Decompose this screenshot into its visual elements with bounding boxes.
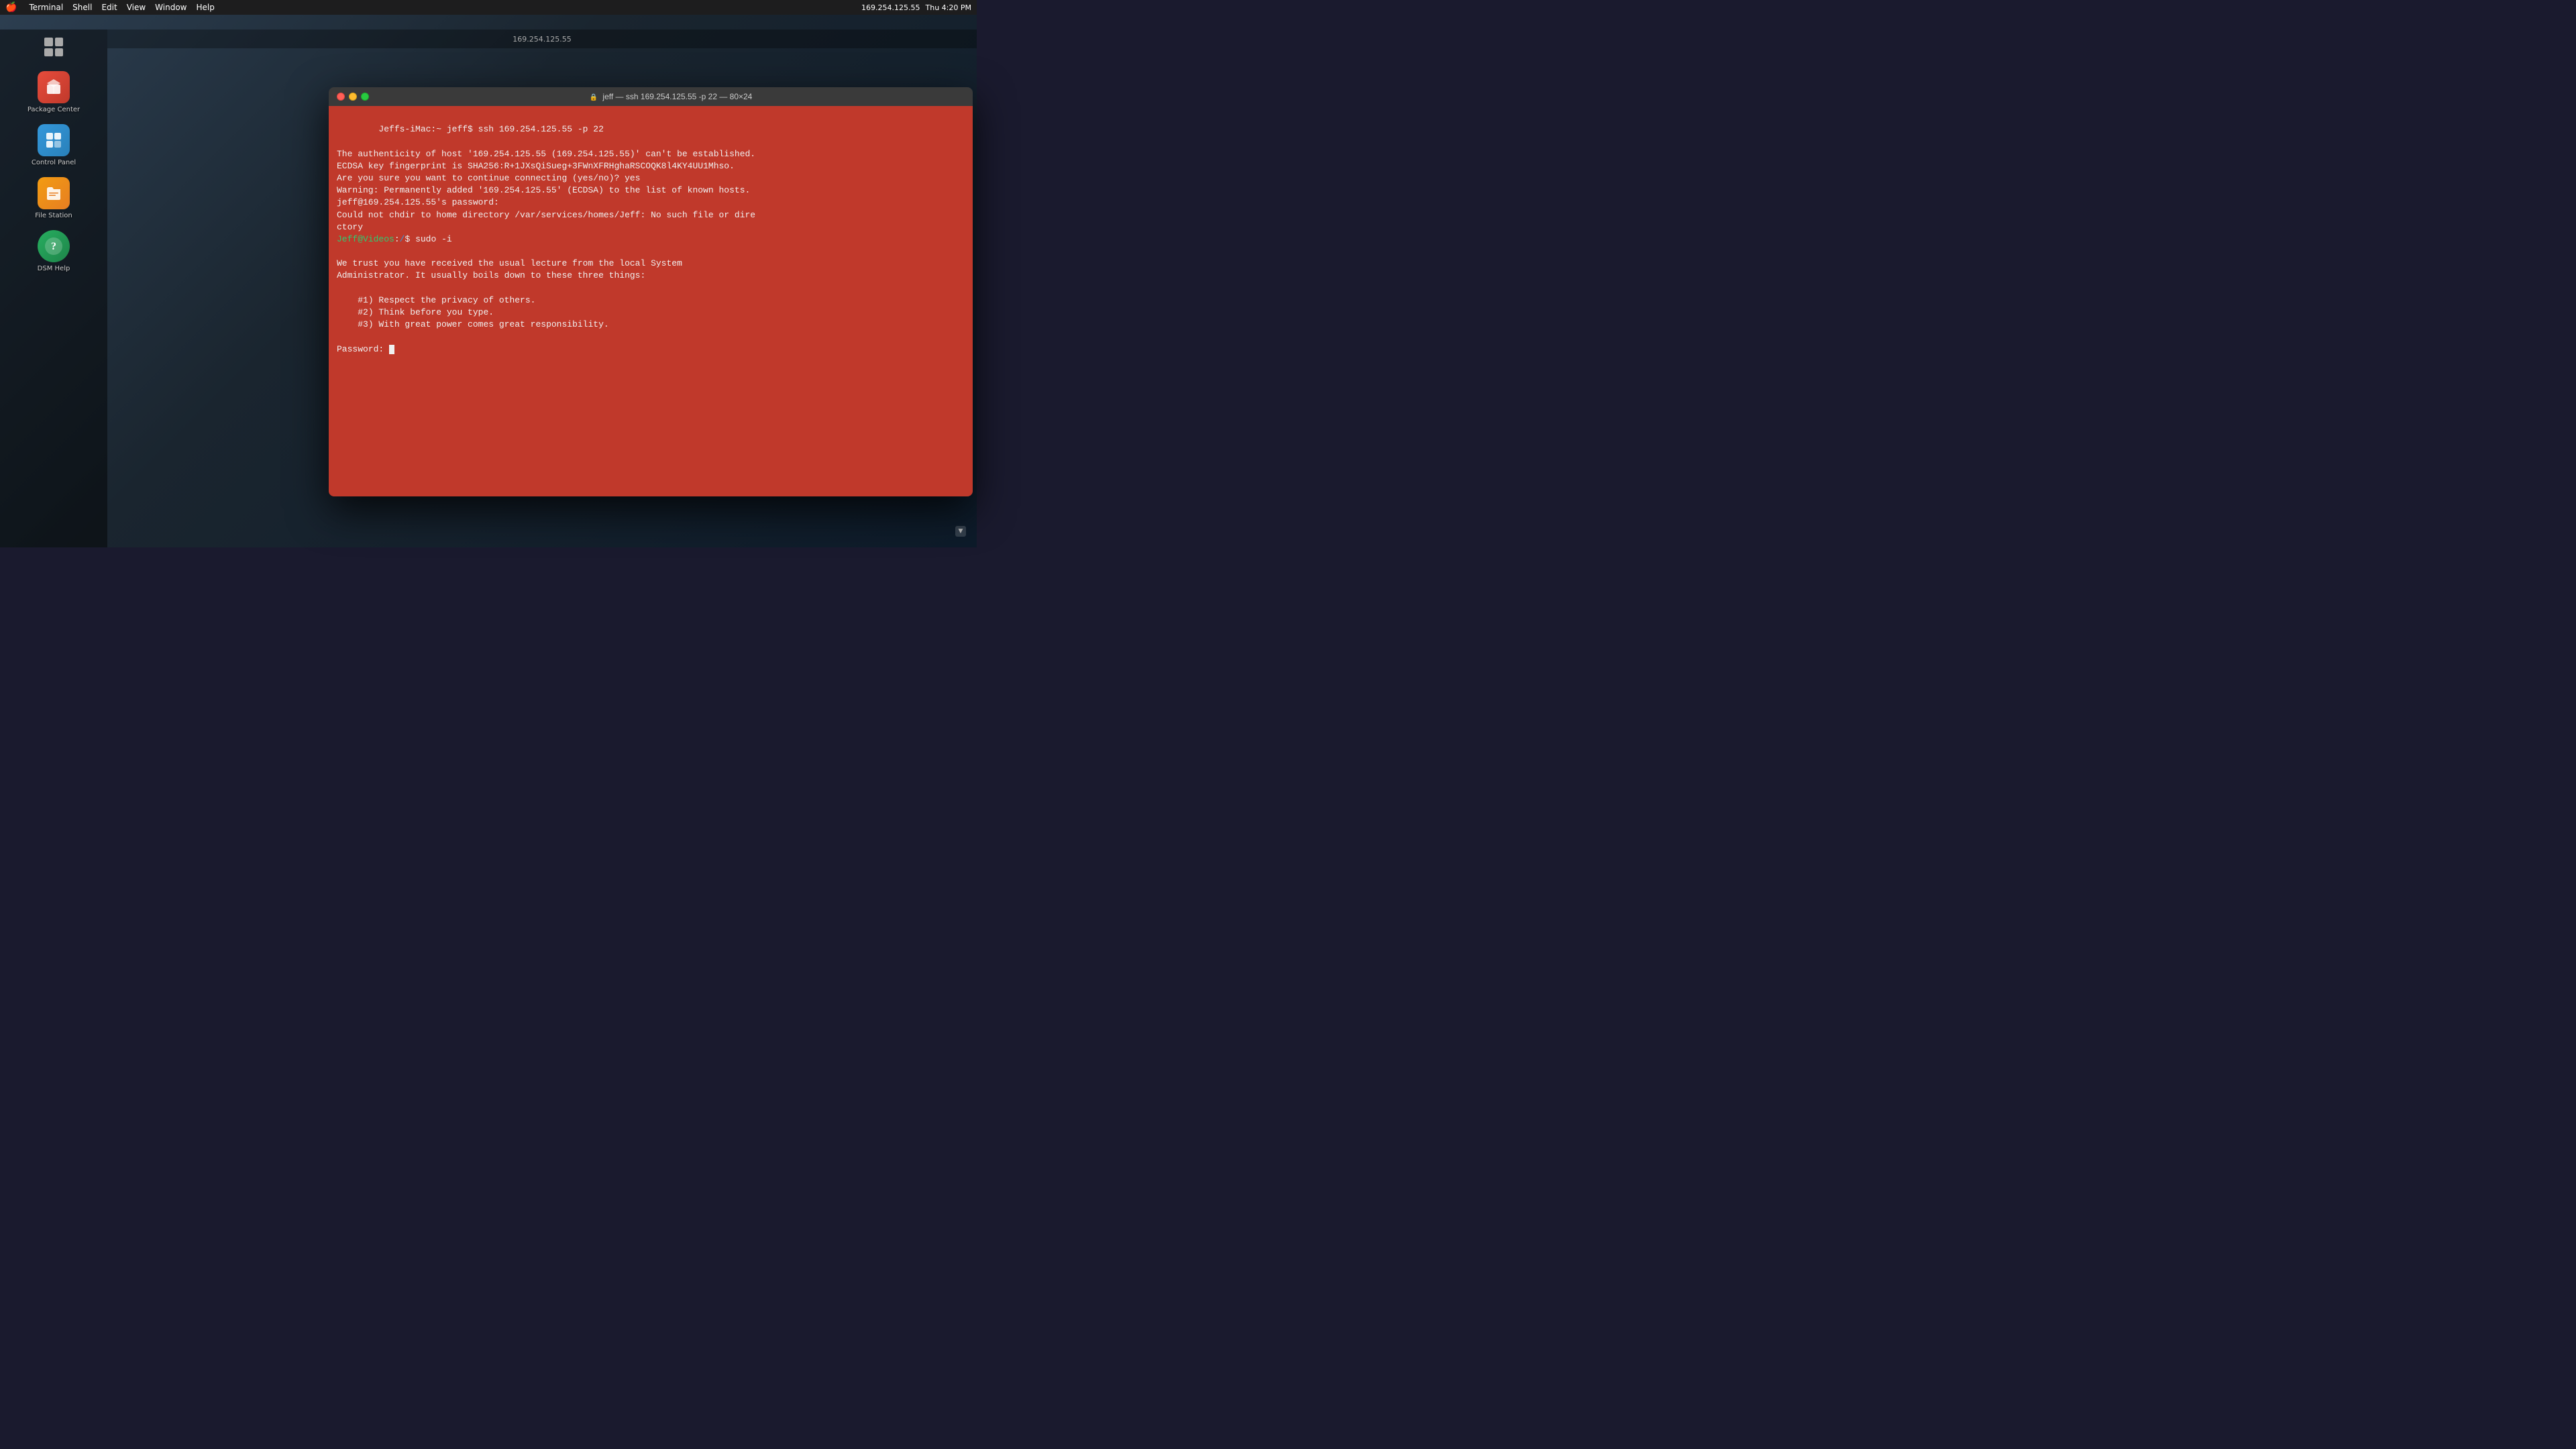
term-line-8: ctory [337, 221, 965, 233]
dsm-help-icon: ? [38, 230, 70, 262]
file-station-label: File Station [35, 212, 72, 219]
traffic-lights [337, 93, 369, 101]
sidebar-item-control-panel[interactable]: Control Panel [13, 120, 94, 170]
prompt-colon: : [394, 234, 400, 244]
sidebar-item-file-station[interactable]: File Station [13, 173, 94, 223]
address-text: 169.254.125.55 [513, 35, 571, 44]
scroll-button[interactable]: ▼ [955, 526, 966, 537]
sidebar-item-dsm-help[interactable]: ? DSM Help [13, 226, 94, 276]
menu-window[interactable]: Window [155, 3, 186, 12]
term-line-11: Administrator. It usually boils down to … [337, 270, 965, 282]
term-line-blank1 [337, 246, 965, 258]
terminal-title-text: jeff — ssh 169.254.125.55 -p 22 — 80×24 [602, 92, 752, 101]
prompt-dollar: $ [405, 234, 415, 244]
close-button[interactable] [337, 93, 345, 101]
menubar-left: 🍎 Terminal Shell Edit View Window Help [5, 2, 215, 13]
term-line-13: #2) Think before you type. [337, 307, 965, 319]
term-line-6: jeff@169.254.125.55's password: [337, 197, 965, 209]
apple-menu[interactable]: 🍎 [5, 2, 17, 13]
sidebar: Package Center Control Panel [0, 30, 107, 547]
term-line-10: We trust you have received the usual lec… [337, 258, 965, 270]
terminal-title: 🔒 jeff — ssh 169.254.125.55 -p 22 — 80×2… [377, 92, 965, 101]
terminal-window: 🔒 jeff — ssh 169.254.125.55 -p 22 — 80×2… [329, 87, 973, 496]
cmd-ssh: ssh 169.254.125.55 -p 22 [478, 124, 604, 134]
term-line-14: #3) With great power comes great respons… [337, 319, 965, 331]
control-panel-icon [38, 124, 70, 156]
term-line-1: Jeffs-iMac:~ jeff$ ssh 169.254.125.55 -p… [337, 111, 965, 148]
term-line-9: Jeff@Videos:/$ sudo -i [337, 233, 965, 246]
sidebar-item-package-center[interactable]: Package Center [13, 67, 94, 117]
term-line-7: Could not chdir to home directory /var/s… [337, 209, 965, 221]
package-center-icon [38, 71, 70, 103]
cmd-sudo: sudo -i [415, 234, 452, 244]
lock-icon: 🔒 [590, 94, 598, 101]
term-line-2: The authenticity of host '169.254.125.55… [337, 148, 965, 160]
svg-text:?: ? [51, 241, 56, 252]
menubar-ip: 169.254.125.55 [861, 3, 920, 12]
menubar: 🍎 Terminal Shell Edit View Window Help 1… [0, 0, 977, 15]
term-line-12: #1) Respect the privacy of others. [337, 294, 965, 307]
term-line-blank3 [337, 331, 965, 343]
terminal-titlebar: 🔒 jeff — ssh 169.254.125.55 -p 22 — 80×2… [329, 87, 973, 106]
package-center-label: Package Center [28, 106, 80, 113]
desktop: 169.254.125.55 Package Center [0, 15, 977, 547]
prompt-jeffs-imac: Jeffs-iMac:~ jeff$ [378, 124, 478, 134]
menu-terminal[interactable]: Terminal [29, 3, 63, 12]
file-station-icon [38, 177, 70, 209]
app-launcher-icon[interactable] [44, 38, 63, 56]
address-bar: 169.254.125.55 [107, 30, 977, 48]
term-line-blank2 [337, 282, 965, 294]
menu-shell[interactable]: Shell [72, 3, 92, 12]
terminal-body[interactable]: Jeffs-iMac:~ jeff$ ssh 169.254.125.55 -p… [329, 106, 973, 496]
term-line-password: Password: [337, 343, 965, 356]
term-line-5: Warning: Permanently added '169.254.125.… [337, 184, 965, 197]
maximize-button[interactable] [361, 93, 369, 101]
menu-edit[interactable]: Edit [101, 3, 117, 12]
menubar-right: 169.254.125.55 Thu 4:20 PM [861, 3, 971, 12]
term-line-3: ECDSA key fingerprint is SHA256:R+1JXsQi… [337, 160, 965, 172]
dsm-help-label: DSM Help [38, 265, 70, 272]
control-panel-label: Control Panel [32, 159, 76, 166]
term-line-4: Are you sure you want to continue connec… [337, 172, 965, 184]
menu-view[interactable]: View [127, 3, 146, 12]
minimize-button[interactable] [349, 93, 357, 101]
menu-help[interactable]: Help [197, 3, 215, 12]
menubar-time: Thu 4:20 PM [926, 3, 971, 12]
terminal-cursor [389, 345, 394, 354]
prompt-jeff-user: Jeff@Videos [337, 234, 394, 244]
